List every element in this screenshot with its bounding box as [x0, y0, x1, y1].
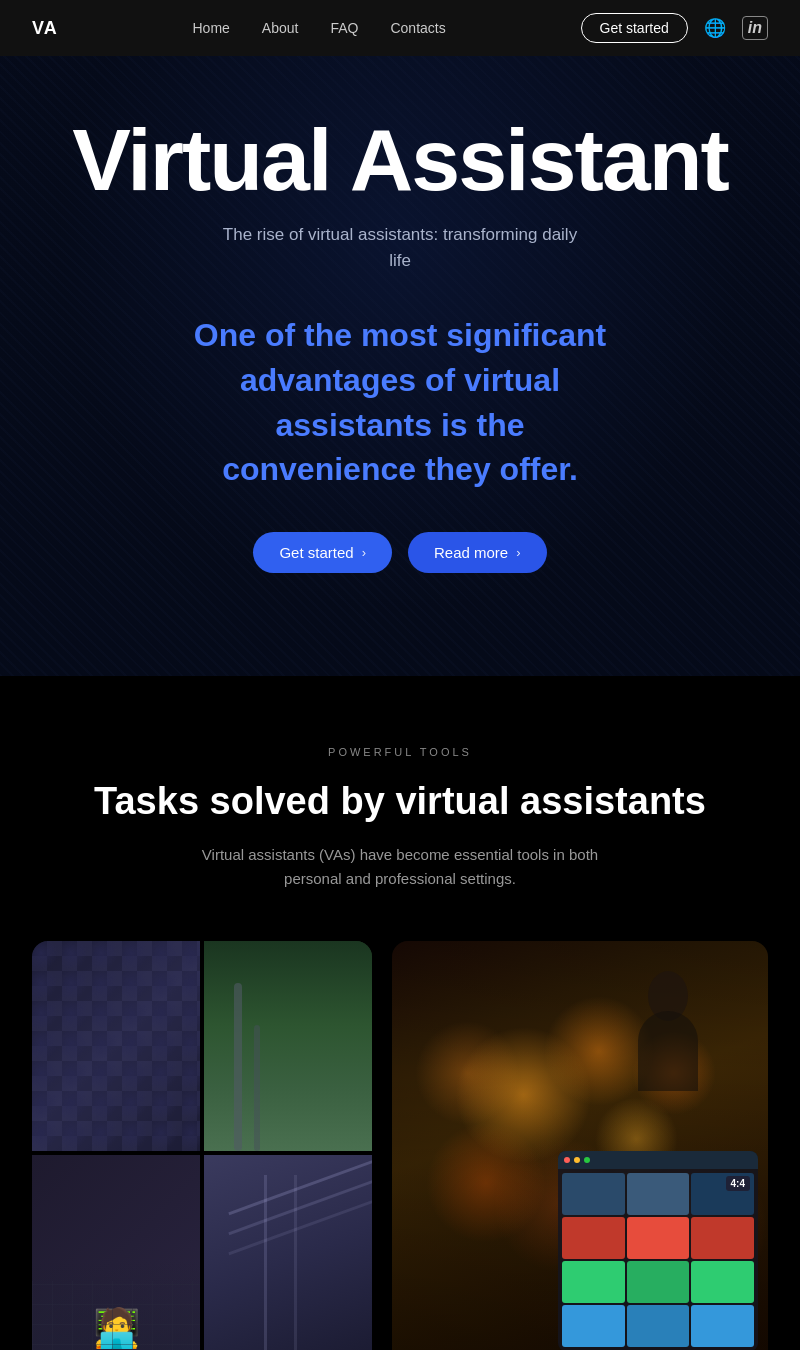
hero-subtitle: The rise of virtual assistants: transfor…: [210, 222, 590, 273]
screen-cell-12: [691, 1305, 754, 1347]
screen-badge: 4:4: [726, 1176, 750, 1191]
nav-about[interactable]: About: [262, 20, 299, 36]
nav-links: Home About FAQ Contacts: [192, 19, 445, 37]
screen-cell-2: [627, 1173, 690, 1215]
hero-quote: One of the most significant advantages o…: [190, 313, 610, 492]
section-label: POWERFUL TOOLS: [328, 746, 472, 758]
image-collage: 🧑‍💻: [32, 941, 372, 1350]
screen-body: [558, 1169, 758, 1350]
person-silhouette: [628, 971, 708, 1091]
plant-image: [204, 941, 372, 1151]
dot-yellow: [574, 1157, 580, 1163]
hex-wall-image: [32, 941, 200, 1151]
screen-cell-11: [627, 1305, 690, 1347]
nav-get-started-button[interactable]: Get started: [581, 13, 688, 43]
screen-cell-9: [691, 1261, 754, 1303]
navbar: VA Home About FAQ Contacts Get started 🌐…: [0, 0, 800, 56]
screen-overlay: 4:4: [558, 1151, 758, 1350]
screen-cell-8: [627, 1261, 690, 1303]
screen-cell-10: [562, 1305, 625, 1347]
hero-section: Virtual Assistant The rise of virtual as…: [0, 56, 800, 676]
dot-green: [584, 1157, 590, 1163]
nav-faq[interactable]: FAQ: [330, 20, 358, 36]
hero-get-started-button[interactable]: Get started ›: [253, 532, 392, 573]
section-title: Tasks solved by virtual assistants: [94, 780, 706, 823]
hero-buttons: Get started › Read more ›: [253, 532, 546, 573]
globe-icon[interactable]: 🌐: [704, 17, 726, 39]
nav-right: Get started 🌐 in: [581, 13, 768, 43]
arrow-icon: ›: [362, 545, 366, 560]
hero-content: Virtual Assistant The rise of virtual as…: [0, 56, 800, 573]
dot-red: [564, 1157, 570, 1163]
site-logo: VA: [32, 18, 58, 39]
arrow-icon-2: ›: [516, 545, 520, 560]
staircase-image: [204, 1155, 372, 1350]
bokeh-background: 4:4: [392, 941, 768, 1350]
hero-title: Virtual Assistant: [72, 116, 728, 204]
screen-cell-6: [691, 1217, 754, 1259]
nav-home[interactable]: Home: [192, 20, 229, 36]
linkedin-icon[interactable]: in: [742, 16, 768, 40]
image-col-right: 4:4: [392, 941, 768, 1350]
screen-cell-7: [562, 1261, 625, 1303]
nav-contacts[interactable]: Contacts: [390, 20, 445, 36]
hero-read-more-button[interactable]: Read more ›: [408, 532, 547, 573]
tools-section: POWERFUL TOOLS Tasks solved by virtual a…: [0, 676, 800, 1350]
screen-cell-4: [562, 1217, 625, 1259]
screen-cell-5: [627, 1217, 690, 1259]
section-description: Virtual assistants (VAs) have become ess…: [200, 843, 600, 891]
screen-cell-1: [562, 1173, 625, 1215]
person-laptop-image: 🧑‍💻: [32, 1155, 200, 1350]
bokeh-image: 4:4: [392, 941, 768, 1350]
image-grid: 🧑‍💻: [32, 941, 768, 1350]
image-col-left: 🧑‍💻: [32, 941, 372, 1350]
screen-top-bar: [558, 1151, 758, 1169]
